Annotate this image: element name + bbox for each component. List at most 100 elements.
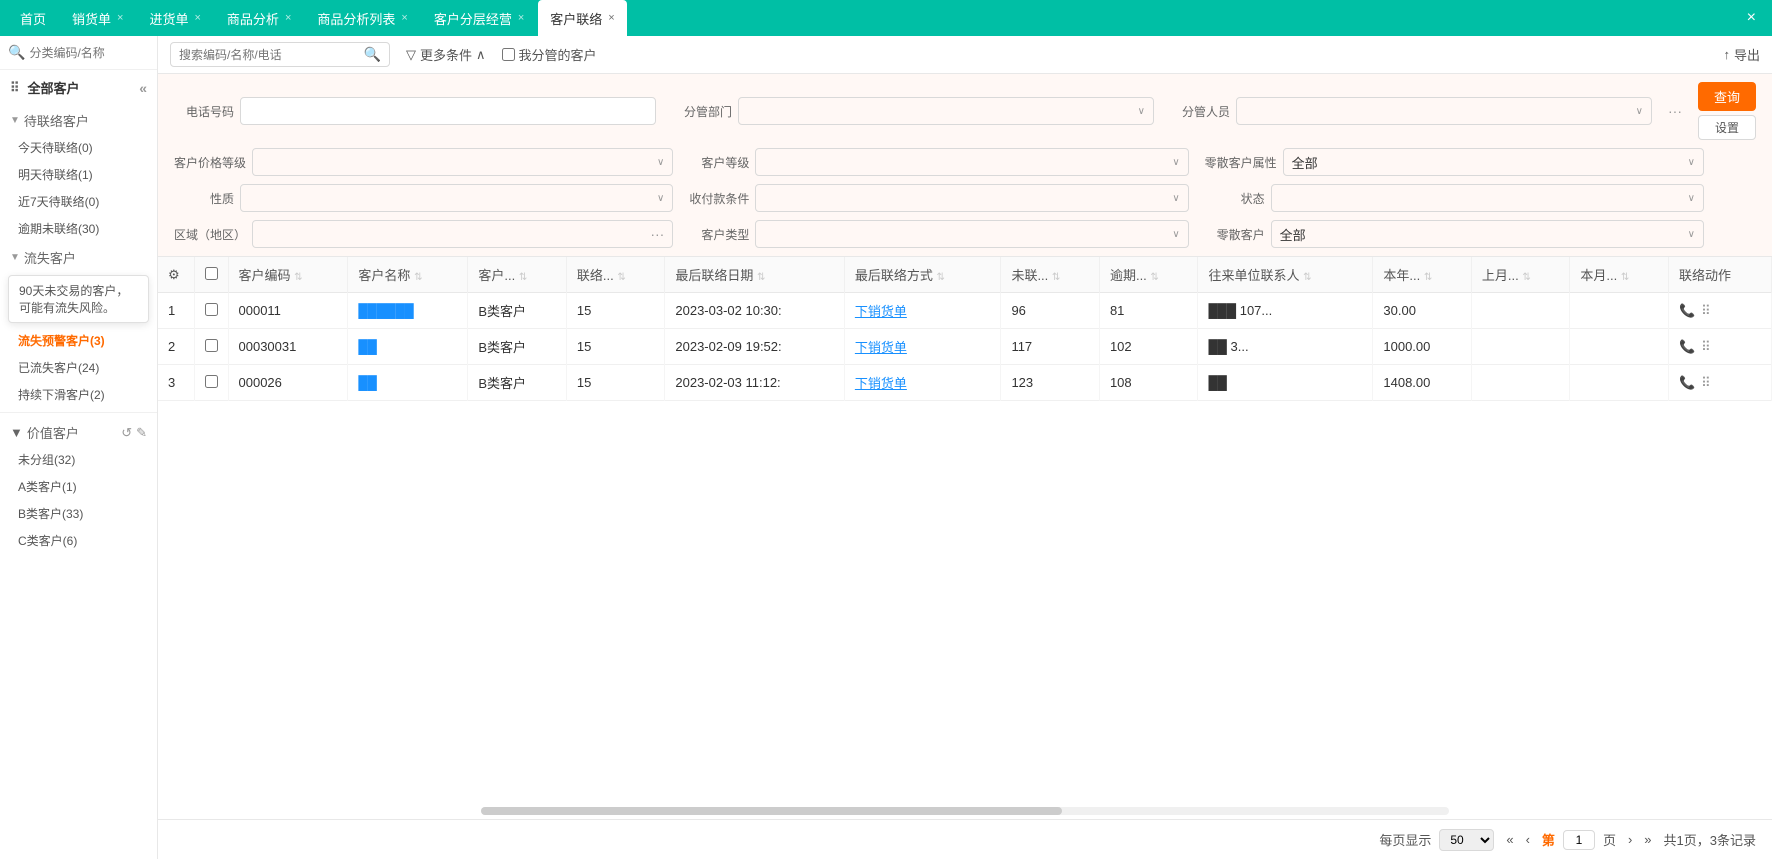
prev-page-button[interactable]: ‹ (1522, 830, 1534, 849)
nav-tab-sales[interactable]: 销货单 × (60, 0, 135, 36)
row3-more-icon[interactable]: ⠿ (1701, 375, 1711, 391)
row1-more-dots[interactable]: ··· (1668, 103, 1682, 119)
row2-name[interactable]: ██ (348, 329, 468, 365)
filter-grade-select[interactable]: ∨ (755, 148, 1188, 176)
last-month-sort-icon[interactable]: ⇅ (1522, 272, 1530, 283)
contact-person-sort-icon[interactable]: ⇅ (1303, 272, 1311, 283)
sidebar-item-tomorrow[interactable]: 明天待联络(1) (0, 161, 157, 188)
unlisted-sort-icon[interactable]: ⇅ (1052, 272, 1060, 283)
row3-check[interactable] (205, 375, 218, 388)
scrollbar-thumb[interactable] (481, 807, 1062, 815)
horizontal-scrollbar[interactable] (158, 803, 1772, 819)
row2-phone-icon[interactable]: 📞 (1679, 339, 1695, 355)
sidebar-item-overdue[interactable]: 逾期未联络(30) (0, 215, 157, 242)
sidebar-item-7days[interactable]: 近7天待联络(0) (0, 188, 157, 215)
th-checkbox[interactable] (194, 257, 228, 293)
filter-phone-input[interactable] (240, 97, 656, 125)
sidebar-root-label[interactable]: 全部客户 (28, 78, 80, 97)
close-customer-tier-icon[interactable]: × (518, 12, 524, 24)
row1-more-icon[interactable]: ⠿ (1701, 303, 1711, 319)
window-close-button[interactable]: × (1739, 5, 1764, 31)
my-customers-checkbox-wrap[interactable]: 我分管的客户 (502, 45, 597, 64)
sidebar-item-declining[interactable]: 持续下滑客户(2) (0, 381, 157, 408)
last-date-sort-icon[interactable]: ⇅ (757, 272, 765, 283)
refresh-icon[interactable]: ↺ (121, 425, 132, 441)
row3-checkbox[interactable] (194, 365, 228, 401)
close-purchase-icon[interactable]: × (194, 12, 200, 24)
my-customers-checkbox[interactable] (502, 48, 515, 61)
type-sort-icon[interactable]: ⇅ (519, 272, 527, 283)
last-method-sort-icon[interactable]: ⇅ (937, 272, 945, 283)
row1-last-method[interactable]: 下销货单 (844, 293, 1001, 329)
nav-tab-purchase[interactable]: 进货单 × (137, 0, 212, 36)
row3-seq: 3 (158, 365, 194, 401)
filter-payment-select[interactable]: ∨ (755, 184, 1188, 212)
filter-zero-attr-select[interactable]: 全部 ∨ (1283, 148, 1704, 176)
per-page-select[interactable]: 50 100 200 (1439, 829, 1494, 851)
close-sales-icon[interactable]: × (117, 12, 123, 24)
nav-tab-analysis-list[interactable]: 商品分析列表 × (305, 0, 419, 36)
nav-tab-home[interactable]: 首页 (8, 0, 58, 36)
last-page-button[interactable]: » (1640, 830, 1655, 849)
row2-more-icon[interactable]: ⠿ (1701, 339, 1711, 355)
row2-check[interactable] (205, 339, 218, 352)
toolbar: 🔍 ▽ 更多条件 ∧ 我分管的客户 ↑ 导出 (158, 36, 1772, 74)
contact-count-sort-icon[interactable]: ⇅ (617, 272, 625, 283)
search-button-icon[interactable]: 🔍 (364, 46, 381, 63)
row1-checkbox[interactable] (194, 293, 228, 329)
filter-dept-select[interactable]: ∨ (738, 97, 1154, 125)
this-year-sort-icon[interactable]: ⇅ (1424, 272, 1432, 283)
filter-region-select[interactable]: ··· (252, 220, 673, 248)
next-page-button[interactable]: › (1624, 830, 1636, 849)
row2-checkbox[interactable] (194, 329, 228, 365)
filter-more-button[interactable]: ▽ 更多条件 ∧ (398, 42, 494, 67)
first-page-button[interactable]: « (1502, 830, 1517, 849)
th-this-month-label: 本月... (1580, 268, 1617, 283)
nav-tab-analysis[interactable]: 商品分析 × (215, 0, 303, 36)
this-month-sort-icon[interactable]: ⇅ (1621, 272, 1629, 283)
close-analysis-list-icon[interactable]: × (401, 12, 407, 24)
sidebar-item-ungrouped[interactable]: 未分组(32) (0, 446, 157, 473)
region-more-dots[interactable]: ··· (650, 226, 664, 242)
sidebar-item-class-a[interactable]: A类客户(1) (0, 473, 157, 500)
settings-button[interactable]: 设置 (1698, 115, 1756, 140)
page-number-input[interactable] (1563, 830, 1595, 850)
row3-last-method[interactable]: 下销货单 (844, 365, 1001, 401)
nav-tab-customer-tier[interactable]: 客户分层经营 × (422, 0, 536, 36)
sidebar-collapse-button[interactable]: « (139, 80, 147, 96)
select-all-checkbox[interactable] (205, 267, 218, 280)
row1-phone-icon[interactable]: 📞 (1679, 303, 1695, 319)
sidebar-item-class-b[interactable]: B类客户(33) (0, 500, 157, 527)
filter-zero-customer-select[interactable]: 全部 ∨ (1271, 220, 1704, 248)
row2-this-year: 1000.00 (1373, 329, 1472, 365)
query-button[interactable]: 查询 (1698, 82, 1756, 111)
row2-last-method[interactable]: 下销货单 (844, 329, 1001, 365)
edit-icon[interactable]: ✎ (136, 425, 147, 441)
table-settings-icon[interactable]: ⚙ (168, 267, 180, 282)
name-sort-icon[interactable]: ⇅ (414, 272, 422, 283)
row1-name[interactable]: ██████ (348, 293, 468, 329)
row3-name[interactable]: ██ (348, 365, 468, 401)
nav-tab-customer-contact[interactable]: 客户联络 × (538, 0, 626, 36)
row1-check[interactable] (205, 303, 218, 316)
sidebar-search-input[interactable] (29, 46, 149, 60)
sidebar-item-already-lost[interactable]: 已流失客户(24) (0, 354, 157, 381)
code-sort-icon[interactable]: ⇅ (294, 272, 302, 283)
search-input[interactable] (179, 48, 360, 62)
row3-phone-icon[interactable]: 📞 (1679, 375, 1695, 391)
filter-person-select[interactable]: ∨ (1236, 97, 1652, 125)
scrollbar-track[interactable] (481, 807, 1449, 815)
filter-nature-select[interactable]: ∨ (240, 184, 673, 212)
close-analysis-icon[interactable]: × (285, 12, 291, 24)
filter-type-select[interactable]: ∨ (755, 220, 1188, 248)
sidebar-item-today[interactable]: 今天待联络(0) (0, 134, 157, 161)
th-settings[interactable]: ⚙ (158, 257, 194, 293)
close-customer-contact-icon[interactable]: × (608, 12, 614, 24)
sidebar-item-class-c[interactable]: C类客户(6) (0, 527, 157, 554)
filter-price-grade-select[interactable]: ∨ (252, 148, 673, 176)
export-button[interactable]: ↑ 导出 (1723, 45, 1760, 64)
value-section-label: 价值客户 (27, 423, 79, 442)
overdue-sort-icon[interactable]: ⇅ (1150, 272, 1158, 283)
filter-status-select[interactable]: ∨ (1271, 184, 1704, 212)
sidebar-item-lost-warning[interactable]: 流失预警客户(3) (0, 327, 157, 354)
